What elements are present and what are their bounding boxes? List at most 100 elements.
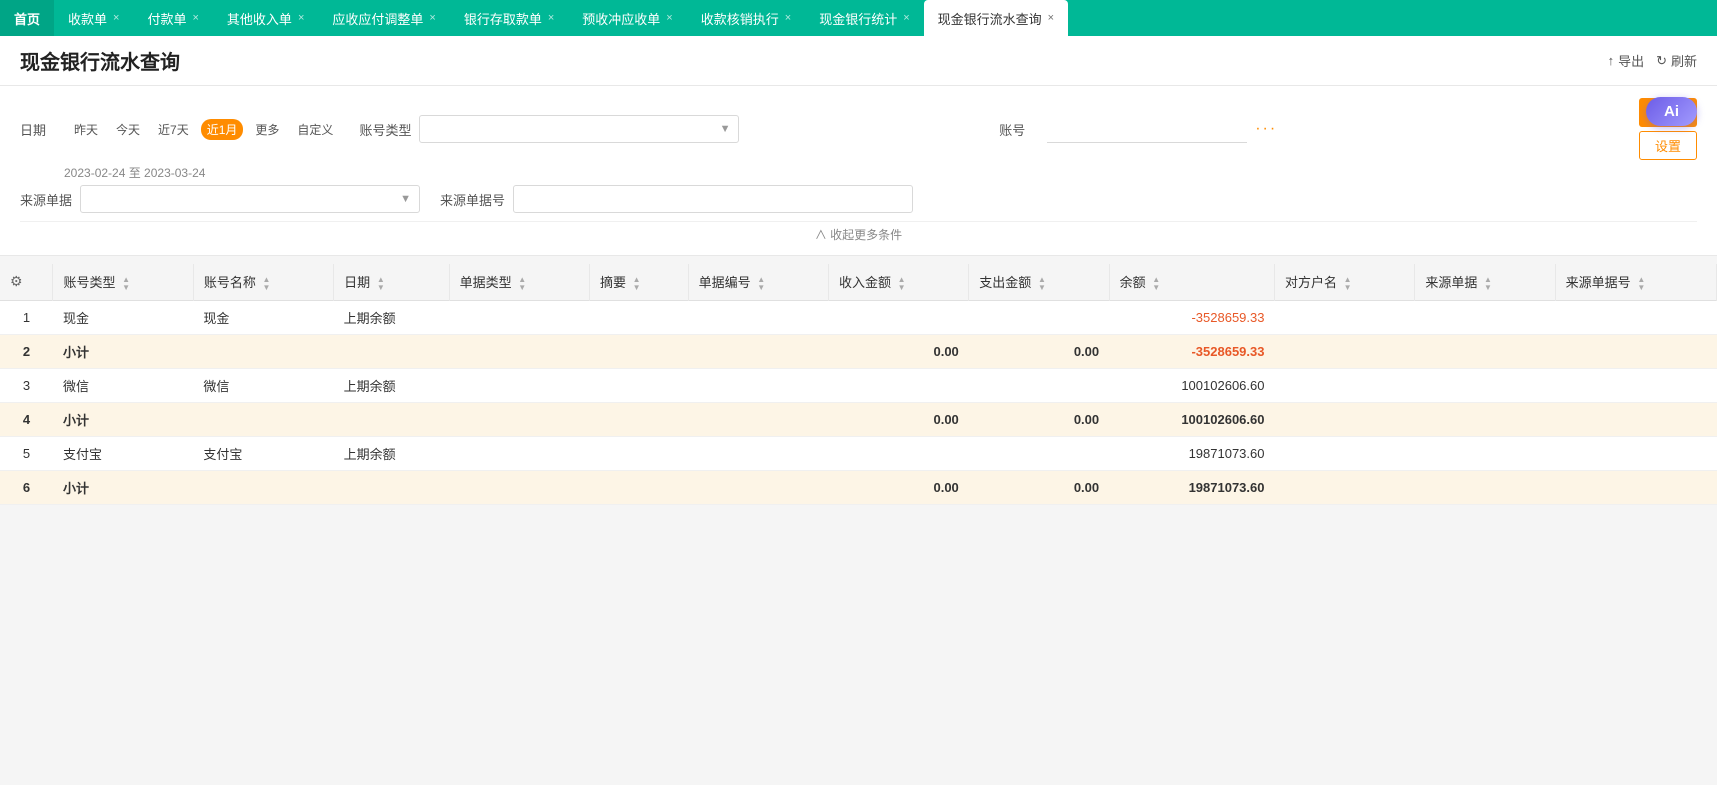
nav-tab-receipts[interactable]: 收款单 × <box>54 0 133 36</box>
date-opt-1month[interactable]: 近1月 <box>201 119 244 140</box>
nav-tab-ar-ap-adjust[interactable]: 应收应付调整单 × <box>318 0 449 36</box>
close-cash-flow-icon[interactable]: × <box>1048 12 1054 24</box>
col-source-doc[interactable]: 来源单据 ▲▼ <box>1415 264 1555 300</box>
sort-source-doc-no-icon: ▲▼ <box>1637 276 1645 292</box>
sort-source-doc-icon: ▲▼ <box>1484 276 1492 292</box>
cell-source-doc-no <box>1555 334 1716 368</box>
nav-tab-payments[interactable]: 付款单 × <box>133 0 212 36</box>
account-type-dropdown-icon: ▼ <box>720 123 731 135</box>
cell-doc-no <box>688 402 828 436</box>
cell-summary <box>589 436 688 470</box>
cell-source-doc-no <box>1555 368 1716 402</box>
filter-area: 日期 昨天 今天 近7天 近1月 更多 自定义 账号类型 ▼ 账号 ··· <box>0 86 1717 256</box>
nav-tab-prepay[interactable]: 预收冲应收单 × <box>568 0 686 36</box>
cell-source-doc-no <box>1555 402 1716 436</box>
collapse-bar[interactable]: ∧ 收起更多条件 <box>20 221 1697 247</box>
cell-no: 4 <box>0 402 53 436</box>
filter-row-2: 来源单据 ▼ 来源单据号 <box>20 185 1697 213</box>
close-collection-exec-icon[interactable]: × <box>785 12 791 24</box>
sort-doc-no-icon: ▲▼ <box>757 276 765 292</box>
col-balance[interactable]: 余额 ▲▼ <box>1109 264 1274 300</box>
sort-expense-icon: ▲▼ <box>1038 276 1046 292</box>
account-input[interactable] <box>1047 115 1247 143</box>
col-doc-type[interactable]: 单据类型 ▲▼ <box>449 264 589 300</box>
close-receipts-icon[interactable]: × <box>113 12 119 24</box>
account-type-select[interactable]: ▼ <box>419 115 739 143</box>
export-icon: ↑ <box>1608 53 1615 68</box>
settings-button[interactable]: 设置 <box>1639 131 1697 160</box>
date-opt-more[interactable]: 更多 <box>249 119 285 140</box>
cell-expense: 0.00 <box>969 334 1109 368</box>
date-opt-today[interactable]: 今天 <box>110 119 146 140</box>
date-label: 日期 <box>20 120 60 139</box>
table-body: 1 现金 现金 上期余额 -3528659.33 2 小计 0.00 0.00 … <box>0 300 1717 504</box>
nav-tab-cash-flow[interactable]: 现金银行流水查询 × <box>924 0 1068 36</box>
cell-no: 5 <box>0 436 53 470</box>
nav-tab-other-income[interactable]: 其他收入单 × <box>213 0 318 36</box>
col-doc-no[interactable]: 单据编号 ▲▼ <box>688 264 828 300</box>
nav-tab-bank-deposit[interactable]: 银行存取款单 × <box>450 0 568 36</box>
close-prepay-icon[interactable]: × <box>666 12 672 24</box>
close-bank-deposit-icon[interactable]: × <box>548 12 554 24</box>
cell-expense <box>969 300 1109 334</box>
cell-summary <box>589 402 688 436</box>
page-header: 现金银行流水查询 ↑ 导出 ↻ 刷新 <box>0 36 1717 86</box>
header-actions: ↑ 导出 ↻ 刷新 <box>1608 51 1697 70</box>
cell-counterparty <box>1274 470 1414 504</box>
nav-tab-cash-stats[interactable]: 现金银行统计 × <box>805 0 923 36</box>
cell-doc-type <box>449 402 589 436</box>
cell-income <box>828 300 968 334</box>
cell-account-name <box>193 402 333 436</box>
col-account-type[interactable]: 账号类型 ▲▼ <box>53 264 193 300</box>
sort-counterparty-icon: ▲▼ <box>1344 276 1352 292</box>
gear-icon[interactable]: ⚙ <box>10 273 23 289</box>
nav-home[interactable]: 首页 <box>0 0 54 36</box>
refresh-icon: ↻ <box>1656 53 1667 69</box>
cell-doc-type <box>449 334 589 368</box>
col-account-name[interactable]: 账号名称 ▲▼ <box>193 264 333 300</box>
cell-account-type: 现金 <box>53 300 193 334</box>
cell-source-doc <box>1415 368 1555 402</box>
account-label: 账号 <box>999 120 1039 139</box>
cell-summary <box>589 470 688 504</box>
date-opt-7days[interactable]: 近7天 <box>152 119 195 140</box>
col-date[interactable]: 日期 ▲▼ <box>334 264 449 300</box>
table-row: 5 支付宝 支付宝 上期余额 19871073.60 <box>0 436 1717 470</box>
sort-account-name-icon: ▲▼ <box>262 276 270 292</box>
sort-account-type-icon: ▲▼ <box>122 276 130 292</box>
date-opt-custom[interactable]: 自定义 <box>291 119 339 140</box>
date-filter-cell: 日期 昨天 今天 近7天 近1月 更多 自定义 <box>20 119 339 140</box>
col-income[interactable]: 收入金额 ▲▼ <box>828 264 968 300</box>
cell-date <box>334 334 449 368</box>
cell-doc-type <box>449 436 589 470</box>
col-expense[interactable]: 支出金额 ▲▼ <box>969 264 1109 300</box>
cell-income: 0.00 <box>828 334 968 368</box>
source-doc-no-input[interactable] <box>513 185 913 213</box>
cell-date: 上期余额 <box>334 436 449 470</box>
cell-doc-no <box>688 334 828 368</box>
cell-source-doc <box>1415 402 1555 436</box>
account-more-button[interactable]: ··· <box>1255 120 1277 138</box>
collapse-icon: ∧ <box>815 228 827 242</box>
close-ar-ap-adjust-icon[interactable]: × <box>429 12 435 24</box>
cell-balance: -3528659.33 <box>1109 334 1274 368</box>
close-other-income-icon[interactable]: × <box>298 12 304 24</box>
cell-account-type: 微信 <box>53 368 193 402</box>
export-button[interactable]: ↑ 导出 <box>1608 51 1645 70</box>
close-cash-stats-icon[interactable]: × <box>903 12 909 24</box>
col-counterparty[interactable]: 对方户名 ▲▼ <box>1274 264 1414 300</box>
ai-badge[interactable]: Ai <box>1646 97 1697 126</box>
col-source-doc-no[interactable]: 来源单据号 ▲▼ <box>1555 264 1716 300</box>
cell-account-name: 支付宝 <box>193 436 333 470</box>
close-payments-icon[interactable]: × <box>192 12 198 24</box>
cell-source-doc <box>1415 436 1555 470</box>
cell-source-doc-no <box>1555 300 1716 334</box>
col-gear[interactable]: ⚙ <box>0 264 53 300</box>
nav-tab-collection-exec[interactable]: 收款核销执行 × <box>687 0 805 36</box>
date-opt-yesterday[interactable]: 昨天 <box>68 119 104 140</box>
refresh-button[interactable]: ↻ 刷新 <box>1656 51 1697 70</box>
cell-source-doc <box>1415 300 1555 334</box>
source-doc-select[interactable]: ▼ <box>80 185 420 213</box>
cell-account-name <box>193 334 333 368</box>
col-summary[interactable]: 摘要 ▲▼ <box>589 264 688 300</box>
